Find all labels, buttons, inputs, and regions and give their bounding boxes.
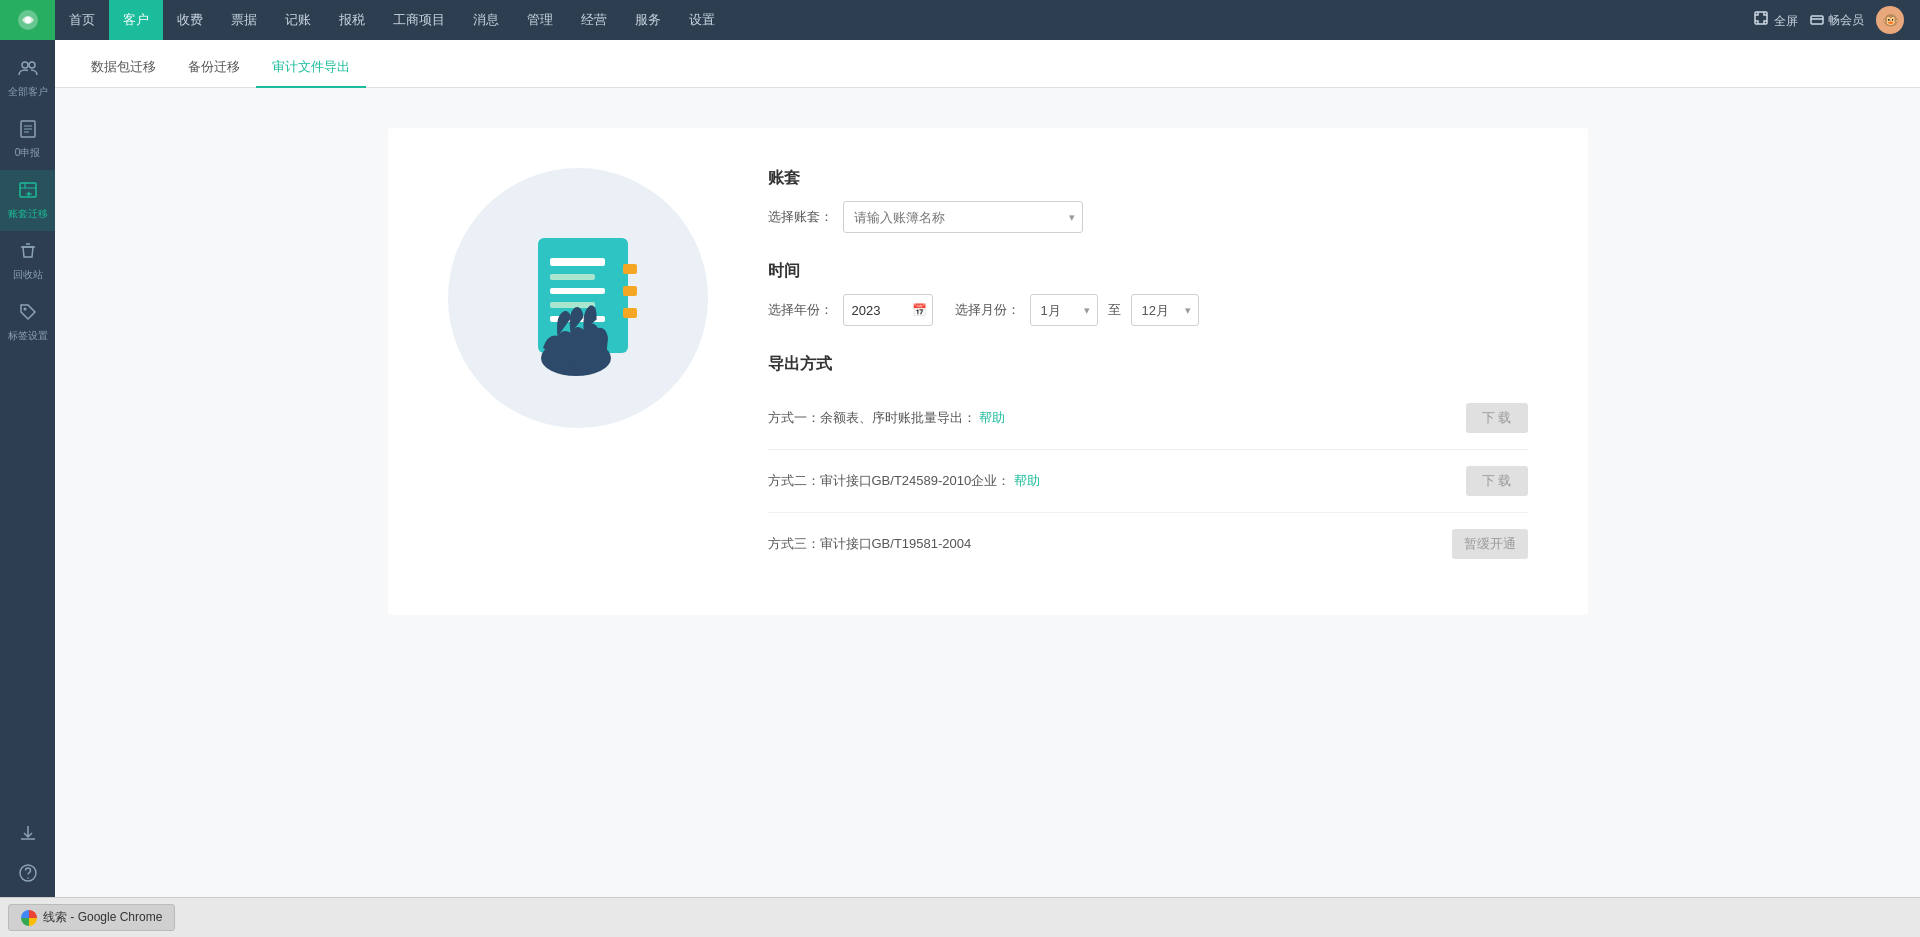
sidebar-item-migration[interactable]: 账套迁移 bbox=[0, 170, 55, 231]
nav-business[interactable]: 工商项目 bbox=[379, 0, 459, 40]
separator: 至 bbox=[1108, 301, 1121, 319]
illustration-circle bbox=[448, 168, 708, 428]
year-input-wrapper bbox=[843, 294, 933, 326]
month-start-select[interactable]: 1月2月3月4月 5月6月7月8月 9月10月11月12月 bbox=[1030, 294, 1098, 326]
fullscreen-btn[interactable]: 全屏 bbox=[1754, 11, 1798, 30]
svg-point-10 bbox=[27, 877, 29, 879]
svg-rect-2 bbox=[1755, 12, 1767, 24]
method-1-label: 方式一：余额表、序时账批量导出： 帮助 bbox=[768, 409, 1006, 427]
account-section-title: 账套 bbox=[768, 168, 1528, 189]
sidebar-item-tag-settings[interactable]: 标签设置 bbox=[0, 292, 55, 353]
recycle-label: 回收站 bbox=[13, 268, 43, 282]
sidebar-item-all-customers[interactable]: 全部客户 bbox=[0, 48, 55, 109]
nav-customer[interactable]: 客户 bbox=[109, 0, 163, 40]
taskbar-chrome-label: 线索 - Google Chrome bbox=[43, 909, 162, 926]
account-select-input[interactable] bbox=[843, 201, 1083, 233]
year-label: 选择年份： bbox=[768, 301, 833, 319]
method-2-download-btn[interactable]: 下 载 bbox=[1466, 466, 1528, 496]
tag-settings-icon bbox=[18, 302, 38, 325]
form-panel: 账套 选择账套： 时间 选择年份： bbox=[388, 128, 1588, 615]
svg-rect-19 bbox=[623, 308, 637, 318]
tab-data-migration[interactable]: 数据包迁移 bbox=[75, 48, 172, 88]
svg-rect-17 bbox=[623, 264, 637, 274]
nav-home[interactable]: 首页 bbox=[55, 0, 109, 40]
chrome-icon bbox=[21, 910, 37, 926]
export-section-title: 导出方式 bbox=[768, 354, 1528, 375]
svg-rect-7 bbox=[20, 183, 36, 197]
zero-report-icon bbox=[18, 119, 38, 142]
content-area: 数据包迁移 备份迁移 审计文件导出 bbox=[55, 40, 1920, 897]
user-avatar[interactable]: 🐵 bbox=[1876, 6, 1904, 34]
svg-rect-18 bbox=[623, 286, 637, 296]
nav-service[interactable]: 服务 bbox=[621, 0, 675, 40]
download-icon bbox=[18, 823, 38, 845]
time-section-title: 时间 bbox=[768, 261, 1528, 282]
method-3-label: 方式三：审计接口GB/T19581-2004 bbox=[768, 535, 972, 553]
time-section: 时间 选择年份： 选择月份： 1月2月3月4月 5月6月7月8月 bbox=[768, 261, 1528, 326]
sidebar-download[interactable] bbox=[0, 813, 55, 853]
svg-rect-14 bbox=[550, 288, 605, 294]
help-icon bbox=[18, 863, 38, 885]
illustration-area bbox=[448, 168, 708, 428]
svg-rect-3 bbox=[1811, 16, 1823, 24]
nav-settings[interactable]: 设置 bbox=[675, 0, 729, 40]
svg-rect-12 bbox=[550, 258, 605, 266]
time-form-row: 选择年份： 选择月份： 1月2月3月4月 5月6月7月8月 9月10月11月12… bbox=[768, 294, 1528, 326]
tab-backup-migration[interactable]: 备份迁移 bbox=[172, 48, 256, 88]
top-nav: 首页 客户 收费 票据 记账 报税 工商项目 消息 管理 经营 服务 设置 全屏… bbox=[0, 0, 1920, 40]
nav-tax[interactable]: 报税 bbox=[325, 0, 379, 40]
nav-message[interactable]: 消息 bbox=[459, 0, 513, 40]
month-end-wrapper[interactable]: 1月2月3月4月 5月6月7月8月 9月10月11月12月 bbox=[1131, 294, 1199, 326]
app-logo bbox=[0, 0, 55, 40]
svg-point-5 bbox=[29, 62, 35, 68]
zero-report-label: 0申报 bbox=[15, 146, 41, 160]
left-sidebar: 全部客户 0申报 账套迁移 bbox=[0, 40, 55, 897]
month-label: 选择月份： bbox=[955, 301, 1020, 319]
sidebar-help[interactable] bbox=[0, 853, 55, 897]
year-input[interactable] bbox=[843, 294, 933, 326]
nav-items: 首页 客户 收费 票据 记账 报税 工商项目 消息 管理 经营 服务 设置 bbox=[55, 0, 1754, 40]
sidebar-item-zero-report[interactable]: 0申报 bbox=[0, 109, 55, 170]
migration-icon bbox=[18, 180, 38, 203]
nav-ticket[interactable]: 票据 bbox=[217, 0, 271, 40]
main-layout: 全部客户 0申报 账套迁移 bbox=[0, 40, 1920, 897]
method-1-download-btn[interactable]: 下 载 bbox=[1466, 403, 1528, 433]
export-method-3: 方式三：审计接口GB/T19581-2004 暂缓开通 bbox=[768, 513, 1528, 575]
account-label: 选择账套： bbox=[768, 208, 833, 226]
nav-bookkeeping[interactable]: 记账 bbox=[271, 0, 325, 40]
account-form-row: 选择账套： bbox=[768, 201, 1528, 233]
vip-btn[interactable]: 畅会员 bbox=[1810, 12, 1864, 29]
tag-settings-label: 标签设置 bbox=[8, 329, 48, 343]
method-1-help[interactable]: 帮助 bbox=[979, 410, 1005, 425]
method-2-label: 方式二：审计接口GB/T24589-2010企业： 帮助 bbox=[768, 472, 1040, 490]
export-method-2: 方式二：审计接口GB/T24589-2010企业： 帮助 下 载 bbox=[768, 450, 1528, 513]
svg-point-4 bbox=[22, 62, 28, 68]
right-form: 账套 选择账套： 时间 选择年份： bbox=[768, 168, 1528, 575]
taskbar: 线索 - Google Chrome bbox=[0, 897, 1920, 937]
svg-point-1 bbox=[25, 17, 31, 23]
sidebar-item-recycle[interactable]: 回收站 bbox=[0, 231, 55, 292]
export-section: 导出方式 方式一：余额表、序时账批量导出： 帮助 下 载 方式二：审计接口GB/… bbox=[768, 354, 1528, 575]
account-section: 账套 选择账套： bbox=[768, 168, 1528, 233]
migration-label: 账套迁移 bbox=[8, 207, 48, 221]
all-customers-icon bbox=[18, 58, 38, 81]
method-2-help[interactable]: 帮助 bbox=[1014, 473, 1040, 488]
nav-right: 全屏 畅会员 🐵 bbox=[1754, 6, 1920, 34]
nav-manage[interactable]: 管理 bbox=[513, 0, 567, 40]
svg-point-8 bbox=[23, 308, 26, 311]
taskbar-chrome-item[interactable]: 线索 - Google Chrome bbox=[8, 904, 175, 931]
page-content: 账套 选择账套： 时间 选择年份： bbox=[55, 88, 1920, 897]
nav-operation[interactable]: 经营 bbox=[567, 0, 621, 40]
nav-fee[interactable]: 收费 bbox=[163, 0, 217, 40]
all-customers-label: 全部客户 bbox=[8, 85, 48, 99]
export-method-1: 方式一：余额表、序时账批量导出： 帮助 下 载 bbox=[768, 387, 1528, 450]
tab-audit-export[interactable]: 审计文件导出 bbox=[256, 48, 366, 88]
svg-rect-13 bbox=[550, 274, 595, 280]
month-start-wrapper[interactable]: 1月2月3月4月 5月6月7月8月 9月10月11月12月 bbox=[1030, 294, 1098, 326]
tab-bar: 数据包迁移 备份迁移 审计文件导出 bbox=[55, 40, 1920, 88]
account-select-wrapper[interactable] bbox=[843, 201, 1083, 233]
month-end-select[interactable]: 1月2月3月4月 5月6月7月8月 9月10月11月12月 bbox=[1131, 294, 1199, 326]
method-3-coming-soon-btn[interactable]: 暂缓开通 bbox=[1452, 529, 1528, 559]
recycle-icon bbox=[18, 241, 38, 264]
